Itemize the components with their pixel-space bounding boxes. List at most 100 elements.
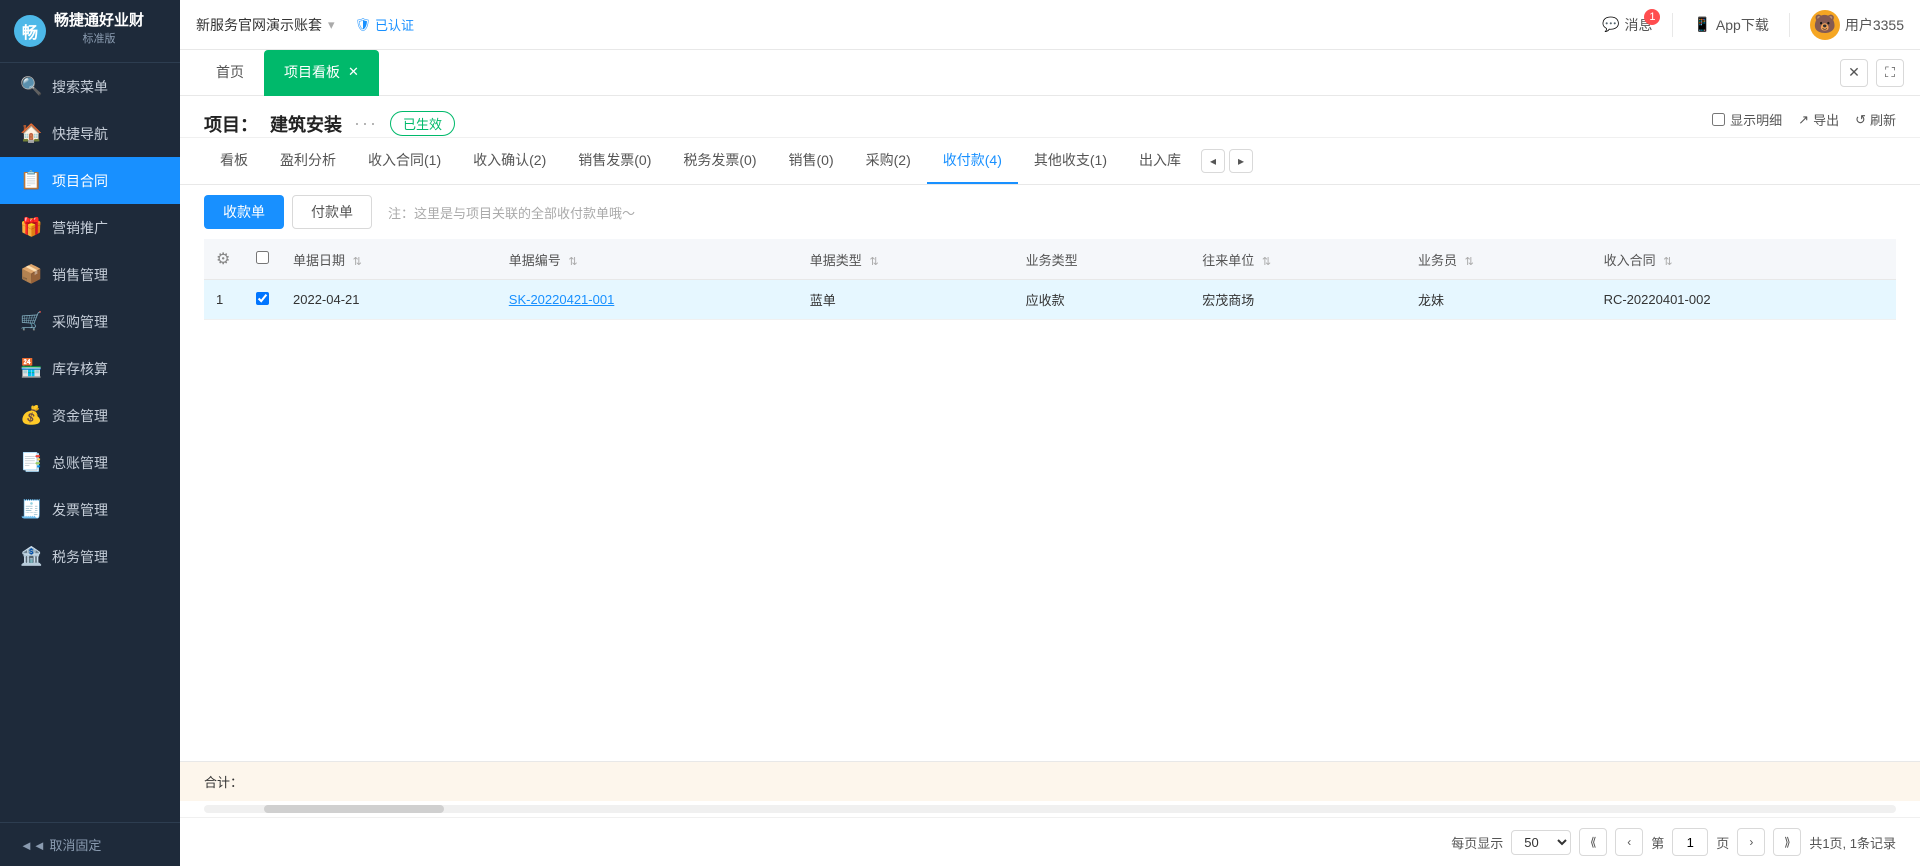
sidebar-item-label: 发票管理 — [52, 500, 108, 520]
sidebar: 畅 畅捷通好业财 标准版 🔍 搜索菜单 🏠 快捷导航 📋 项目合同 🎁 营销推广… — [0, 0, 180, 866]
sub-tab-sales[interactable]: 销售(0) — [773, 138, 850, 184]
page-size-select[interactable]: 50 100 200 — [1511, 830, 1571, 855]
export-button[interactable]: ↗ 导出 — [1798, 110, 1839, 129]
sidebar-item-label: 营销推广 — [52, 218, 108, 238]
project-more-button[interactable]: ··· — [354, 113, 378, 134]
page-size-label: 每页显示 — [1451, 833, 1503, 852]
select-all-checkbox[interactable] — [256, 251, 269, 264]
tab-home[interactable]: 首页 — [196, 50, 264, 96]
scrollbar-thumb[interactable] — [264, 805, 444, 813]
topbar-right: 💬 消息 1 📱 App下载 🐻 用户3355 — [1602, 10, 1904, 40]
sub-tabs-next[interactable]: ▸ — [1229, 149, 1253, 173]
th-checkbox — [244, 239, 281, 280]
sidebar-item-marketing[interactable]: 🎁 营销推广 — [0, 204, 180, 251]
sidebar-item-finance[interactable]: 💰 资金管理 — [0, 392, 180, 439]
sidebar-item-label: 总账管理 — [52, 453, 108, 473]
sub-tab-tax-invoice[interactable]: 税务发票(0) — [667, 138, 772, 184]
sidebar-item-ledger[interactable]: 📑 总账管理 — [0, 439, 180, 486]
th-date[interactable]: 单据日期 ⇅ — [281, 239, 497, 280]
inner-tab-note: 注：这里是与项目关联的全部收付款单哦～ — [388, 203, 635, 222]
sidebar-item-inventory[interactable]: 🏪 库存核算 — [0, 345, 180, 392]
page-last-button[interactable]: ⟫ — [1773, 828, 1801, 856]
sidebar-item-tax[interactable]: 🏦 税务管理 — [0, 533, 180, 580]
topbar-project: 新服务官网演示账套 ▾ — [196, 15, 335, 35]
refresh-button[interactable]: ↺ 刷新 — [1855, 110, 1896, 129]
show-detail-checkbox[interactable]: 显示明细 — [1712, 110, 1782, 129]
chevron-down-icon[interactable]: ▾ — [328, 17, 335, 33]
message-button[interactable]: 💬 消息 1 — [1602, 15, 1652, 35]
inner-tab-receipt[interactable]: 收款单 — [204, 195, 284, 229]
sub-tabs: 看板 盈利分析 收入合同(1) 收入确认(2) 销售发票(0) 税务发票(0) … — [180, 138, 1920, 185]
th-partner[interactable]: 往来单位 ⇅ — [1190, 239, 1406, 280]
topbar-project-name: 新服务官网演示账套 — [196, 15, 322, 35]
user-menu[interactable]: 🐻 用户3355 — [1810, 10, 1904, 40]
page-label2: 页 — [1716, 833, 1729, 852]
tab-actions: ✕ ⛶ — [1840, 59, 1904, 87]
table-footer: 合计： — [180, 761, 1920, 801]
sidebar-item-label: 项目合同 — [52, 171, 108, 191]
table-row[interactable]: 1 2022-04-21 SK-20220421-001 蓝单 — [204, 280, 1896, 320]
page-prev-button[interactable]: ‹ — [1615, 828, 1643, 856]
sub-tab-kanban[interactable]: 看板 — [204, 138, 264, 184]
sub-tab-income-confirm[interactable]: 收入确认(2) — [457, 138, 562, 184]
scrollbar-track — [204, 805, 1896, 813]
sub-tab-income-contract[interactable]: 收入合同(1) — [352, 138, 457, 184]
page-first-button[interactable]: ⟪ — [1579, 828, 1607, 856]
sidebar-item-label: 快捷导航 — [52, 124, 108, 144]
sub-tabs-nav: ◂ ▸ — [1201, 149, 1253, 173]
project-header: 项目： 建筑安装 ··· 已生效 显示明细 ↗ 导出 ↺ 刷新 — [180, 96, 1920, 138]
sub-tab-other-expense[interactable]: 其他收支(1) — [1018, 138, 1123, 184]
sales-icon: 📦 — [20, 264, 42, 285]
sidebar-item-label: 税务管理 — [52, 547, 108, 567]
tab-close-button[interactable]: ✕ — [1840, 59, 1868, 87]
tab-expand-button[interactable]: ⛶ — [1876, 59, 1904, 87]
search-icon: 🔍 — [20, 76, 42, 97]
inventory-icon: 🏪 — [20, 358, 42, 379]
td-number[interactable]: SK-20220421-001 — [497, 280, 798, 320]
sub-tab-purchase[interactable]: 采购(2) — [850, 138, 927, 184]
sidebar-logo: 畅 畅捷通好业财 标准版 — [0, 0, 180, 63]
table-wrap: ⚙ 单据日期 ⇅ 单据编号 ⇅ — [180, 229, 1920, 761]
sub-tab-receipt[interactable]: 收付款(4) — [927, 138, 1018, 184]
th-gear[interactable]: ⚙ — [204, 239, 244, 280]
sidebar-item-sales[interactable]: 📦 销售管理 — [0, 251, 180, 298]
sidebar-unpin[interactable]: ◄◄ 取消固定 — [0, 822, 180, 866]
sub-tab-sales-invoice[interactable]: 销售发票(0) — [562, 138, 667, 184]
page-next-button[interactable]: › — [1737, 828, 1765, 856]
sort-icon: ⇅ — [1663, 256, 1672, 268]
phone-icon: 📱 — [1693, 16, 1710, 33]
horizontal-scrollbar[interactable] — [180, 801, 1920, 817]
tab-close-icon[interactable]: ✕ — [348, 64, 359, 80]
th-staff[interactable]: 业务员 ⇅ — [1406, 239, 1592, 280]
sidebar-item-quick-nav[interactable]: 🏠 快捷导航 — [0, 110, 180, 157]
row-checkbox[interactable] — [256, 292, 269, 305]
sidebar-item-label: 采购管理 — [52, 312, 108, 332]
project-title: 建筑安装 — [270, 111, 342, 137]
th-contract[interactable]: 收入合同 ⇅ — [1592, 239, 1896, 280]
gear-icon[interactable]: ⚙ — [216, 251, 230, 268]
project-icon: 📋 — [20, 170, 42, 191]
sub-tab-profit[interactable]: 盈利分析 — [264, 138, 352, 184]
td-staff: 龙妹 — [1406, 280, 1592, 320]
sidebar-item-search[interactable]: 🔍 搜索菜单 — [0, 63, 180, 110]
app-download-button[interactable]: 📱 App下载 — [1693, 15, 1768, 35]
purchase-icon: 🛒 — [20, 311, 42, 332]
tab-project-board[interactable]: 项目看板 ✕ — [264, 50, 379, 96]
sort-icon: ⇅ — [353, 256, 362, 268]
td-checkbox — [244, 280, 281, 320]
topbar-certified: 🛡 已认证 — [355, 15, 415, 34]
sort-icon: ⇅ — [1465, 256, 1474, 268]
sub-tab-inout[interactable]: 出入库 — [1123, 138, 1197, 184]
page-input[interactable] — [1672, 828, 1708, 856]
sidebar-item-purchase[interactable]: 🛒 采购管理 — [0, 298, 180, 345]
th-type[interactable]: 单据类型 ⇅ — [798, 239, 1014, 280]
sidebar-item-invoice[interactable]: 🧾 发票管理 — [0, 486, 180, 533]
logo-icon: 畅 — [14, 15, 46, 47]
inner-tab-payment[interactable]: 付款单 — [292, 195, 372, 229]
logo-title: 畅捷通好业财 — [54, 12, 144, 30]
th-number[interactable]: 单据编号 ⇅ — [497, 239, 798, 280]
sub-tabs-prev[interactable]: ◂ — [1201, 149, 1225, 173]
pagination: 每页显示 50 100 200 ⟪ ‹ 第 页 › ⟫ 共1页, 1条记录 — [180, 817, 1920, 866]
message-icon: 💬 — [1602, 16, 1619, 33]
sidebar-item-project[interactable]: 📋 项目合同 — [0, 157, 180, 204]
